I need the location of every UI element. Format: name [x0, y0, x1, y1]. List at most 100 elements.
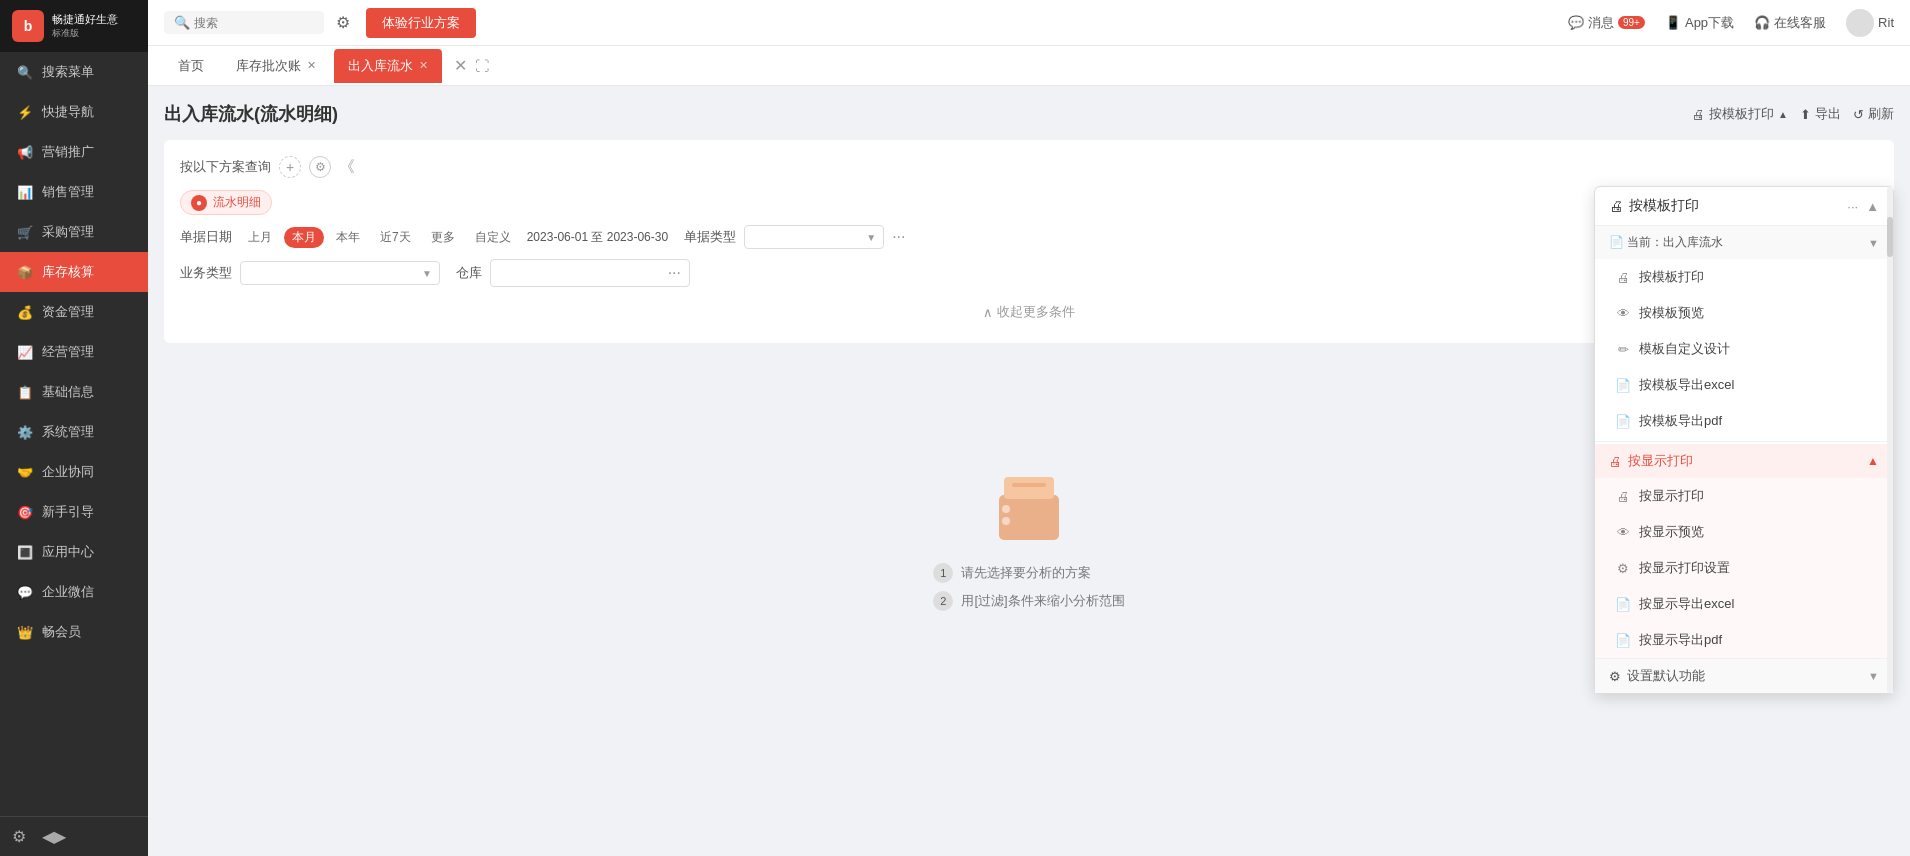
operations-icon: 📈	[16, 343, 34, 361]
excel-icon-item: 📄	[1615, 377, 1631, 393]
dropdown-item-display-excel[interactable]: 📄 按显示导出excel	[1595, 586, 1893, 622]
business-type-select[interactable]	[240, 261, 440, 285]
warehouse-input[interactable]: ···	[490, 259, 690, 287]
dropdown-item-label: 按模板预览	[1639, 304, 1704, 322]
dropdown-current-section: 📄 当前：出入库流水 ▼	[1595, 226, 1893, 259]
doc-type-select[interactable]	[744, 225, 884, 249]
dropdown-chevron-up-icon[interactable]: ▲	[1866, 199, 1879, 214]
tab-batch-account-label: 库存批次账	[236, 57, 301, 75]
preview-icon-item: 👁	[1615, 305, 1631, 321]
date-field: 单据日期 上月 本月 本年 近7天 更多 自定义 2023-06-01 至 20…	[180, 227, 668, 248]
topbar-search-box[interactable]: 🔍	[164, 11, 324, 34]
footer-text: 设置默认功能	[1627, 667, 1705, 685]
date-btn-last-month[interactable]: 上月	[240, 227, 280, 248]
system-icon: ⚙️	[16, 423, 34, 441]
tab-flow[interactable]: 出入库流水 ✕	[334, 49, 442, 83]
logo-icon: b	[12, 10, 44, 42]
doc-type-more-icon[interactable]: ···	[892, 228, 905, 246]
filter-settings-button[interactable]: ⚙	[309, 156, 331, 178]
settings-gear-icon[interactable]: ⚙	[336, 13, 350, 32]
sidebar-item-member[interactable]: 👑 畅会员	[0, 612, 148, 652]
doc-type-select-wrap[interactable]	[744, 225, 884, 249]
dropdown-item-display-print[interactable]: 🖨 按显示打印	[1595, 478, 1893, 514]
filter-header-label: 按以下方案查询	[180, 158, 271, 176]
dropdown-item-template-print[interactable]: 🖨 按模板打印	[1595, 259, 1893, 295]
display-preview-icon: 👁	[1615, 524, 1631, 540]
tab-batch-account-close[interactable]: ✕	[307, 59, 316, 72]
dropdown-item-label: 按显示导出excel	[1639, 595, 1734, 613]
dropdown-footer[interactable]: ⚙ 设置默认功能 ▼	[1595, 658, 1893, 693]
flow-detail-tag[interactable]: ● 流水明细	[180, 190, 272, 215]
filter-add-button[interactable]: +	[279, 156, 301, 178]
refresh-button[interactable]: ↺ 刷新	[1853, 105, 1894, 123]
date-range-display: 2023-06-01 至 2023-06-30	[527, 229, 668, 246]
sidebar-item-wechat[interactable]: 💬 企业微信	[0, 572, 148, 612]
phone-icon: 📱	[1665, 15, 1681, 30]
dropdown-item-display-pdf[interactable]: 📄 按显示导出pdf	[1595, 622, 1893, 658]
sidebar-item-label: 基础信息	[42, 383, 94, 401]
sidebar-item-search[interactable]: 🔍 搜索菜单	[0, 52, 148, 92]
sidebar-item-purchase[interactable]: 🛒 采购管理	[0, 212, 148, 252]
date-btn-this-year[interactable]: 本年	[328, 227, 368, 248]
message-btn[interactable]: 💬 消息 99+	[1568, 14, 1645, 32]
tab-batch-account[interactable]: 库存批次账 ✕	[222, 49, 330, 83]
date-btn-7days[interactable]: 近7天	[372, 227, 419, 248]
tab-flow-close[interactable]: ✕	[419, 59, 428, 72]
collapse-sidebar-icon[interactable]: ◀▶	[42, 827, 66, 846]
dropdown-more-icon[interactable]: ···	[1847, 199, 1858, 214]
warehouse-more-icon[interactable]: ···	[668, 264, 681, 282]
sidebar: b 畅捷通好生意 标准版 🔍 搜索菜单 ⚡ 快捷导航 📢 营销推广 📊 销售管理…	[0, 0, 148, 856]
date-btn-custom[interactable]: 自定义	[467, 227, 519, 248]
sidebar-item-inventory[interactable]: 📦 库存核算	[0, 252, 148, 292]
current-icon: 📄	[1609, 235, 1624, 249]
date-field-label: 单据日期	[180, 228, 232, 246]
sidebar-item-sales[interactable]: 📊 销售管理	[0, 172, 148, 212]
sidebar-item-label: 资金管理	[42, 303, 94, 321]
dropdown-item-template-excel[interactable]: 📄 按模板导出excel	[1595, 367, 1893, 403]
sidebar-item-finance[interactable]: 💰 资金管理	[0, 292, 148, 332]
tab-home[interactable]: 首页	[164, 49, 218, 83]
svg-rect-2	[1012, 483, 1046, 487]
online-service-btn[interactable]: 🎧 在线客服	[1754, 14, 1826, 32]
tag-icon: ●	[191, 195, 207, 211]
search-icon: 🔍	[16, 63, 34, 81]
date-btn-this-month[interactable]: 本月	[284, 227, 324, 248]
page-body: 出入库流水(流水明细) 🖨 按模板打印 ▲ ⬆ 导出 ↺ 刷新	[148, 86, 1910, 856]
display-section-text: 按显示打印	[1628, 452, 1693, 470]
sidebar-item-quick-nav[interactable]: ⚡ 快捷导航	[0, 92, 148, 132]
dropdown-item-template-pdf[interactable]: 📄 按模板导出pdf	[1595, 403, 1893, 439]
dropdown-scrollbar[interactable]	[1887, 187, 1893, 693]
dropdown-item-template-design[interactable]: ✏ 模板自定义设计	[1595, 331, 1893, 367]
sidebar-item-marketing[interactable]: 📢 营销推广	[0, 132, 148, 172]
template-print-button[interactable]: 🖨 按模板打印 ▲	[1692, 105, 1788, 123]
tab-close-all-icon[interactable]: ✕	[454, 56, 467, 75]
dropdown-item-display-preview[interactable]: 👁 按显示预览	[1595, 514, 1893, 550]
dropdown-item-label: 按显示预览	[1639, 523, 1704, 541]
member-icon: 👑	[16, 623, 34, 641]
date-btn-more[interactable]: 更多	[423, 227, 463, 248]
sidebar-item-collab[interactable]: 🤝 企业协同	[0, 452, 148, 492]
step-number-1: 1	[933, 563, 953, 583]
dropdown-display-section-header[interactable]: 🖨 按显示打印 ▲	[1595, 444, 1893, 478]
sidebar-item-operations[interactable]: 📈 经营管理	[0, 332, 148, 372]
dropdown-chevron-down-icon[interactable]: ▼	[1868, 237, 1879, 249]
user-avatar-btn[interactable]: Rit	[1846, 9, 1894, 37]
sidebar-item-system[interactable]: ⚙️ 系统管理	[0, 412, 148, 452]
sidebar-item-app-center[interactable]: 🔳 应用中心	[0, 532, 148, 572]
dropdown-item-display-settings[interactable]: ⚙ 按显示打印设置	[1595, 550, 1893, 586]
trial-button[interactable]: 体验行业方案	[366, 8, 476, 38]
business-type-select-wrap[interactable]	[240, 261, 440, 285]
dropdown-item-template-preview[interactable]: 👁 按模板预览	[1595, 295, 1893, 331]
filter-collapse-icon[interactable]: 《	[339, 157, 355, 178]
logo-text-wrap: 畅捷通好生意 标准版	[52, 12, 118, 40]
export-button[interactable]: ⬆ 导出	[1800, 105, 1841, 123]
page-title: 出入库流水(流水明细)	[164, 102, 338, 126]
tab-expand-icon[interactable]: ⛶	[475, 58, 489, 74]
settings-icon[interactable]: ⚙	[12, 827, 26, 846]
printer-icon: 🖨	[1692, 107, 1705, 122]
search-input[interactable]	[194, 16, 294, 30]
sidebar-item-guide[interactable]: 🎯 新手引导	[0, 492, 148, 532]
sidebar-item-basic-info[interactable]: 📋 基础信息	[0, 372, 148, 412]
app-download-btn[interactable]: 📱 App下载	[1665, 14, 1734, 32]
logo-brand: 畅捷通好生意	[52, 12, 118, 27]
